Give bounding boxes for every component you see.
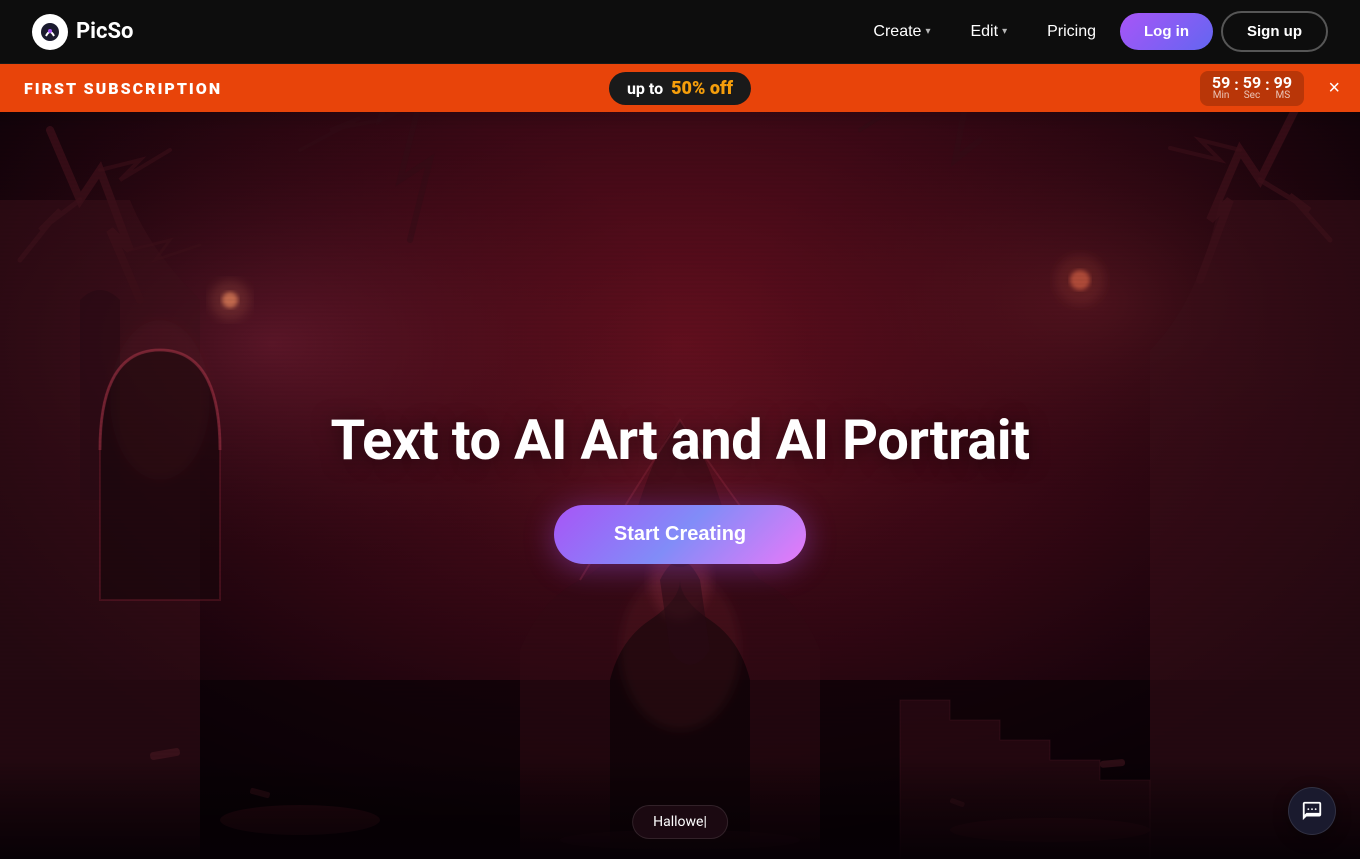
promo-banner: FIRST SUBSCRIPTION up to 50% off 59 Min … xyxy=(0,64,1360,112)
nav-create[interactable]: Create ▾ xyxy=(857,15,946,49)
promo-text: FIRST SUBSCRIPTION xyxy=(24,79,222,98)
promo-badge-highlight: 50% off xyxy=(671,78,733,99)
navbar: PicSo Create ▾ Edit ▾ Pricing Log in Sig… xyxy=(0,0,1360,64)
login-button[interactable]: Log in xyxy=(1120,13,1213,50)
nav-pricing[interactable]: Pricing xyxy=(1031,15,1112,49)
chevron-down-icon: ▾ xyxy=(925,26,930,37)
timer-ms: 99 xyxy=(1274,75,1292,91)
timer-ms-block: 99 MS xyxy=(1274,75,1292,101)
promo-badge-prefix: up to xyxy=(627,79,667,98)
timer-min-label: Min xyxy=(1213,91,1230,101)
timer-sec-block: 59 Sec xyxy=(1243,75,1261,101)
signup-button[interactable]: Sign up xyxy=(1221,11,1328,52)
nav-edit[interactable]: Edit ▾ xyxy=(954,15,1023,49)
hero-section: Text to AI Art and AI Portrait Start Cre… xyxy=(0,0,1360,859)
bottom-scene-label: Hallowe| xyxy=(632,805,728,839)
logo-icon xyxy=(32,14,68,50)
promo-timer: 59 Min : 59 Sec : 99 MS xyxy=(1200,71,1304,106)
timer-ms-label: MS xyxy=(1275,91,1290,101)
timer-sec: 59 xyxy=(1243,75,1261,91)
timer-sec-label: Sec xyxy=(1244,91,1260,101)
nav-right: Create ▾ Edit ▾ Pricing Log in Sign up xyxy=(857,11,1328,52)
timer-sep-2: : xyxy=(1265,75,1270,94)
bottom-label-text: Hallowe| xyxy=(653,814,707,830)
logo-text: PicSo xyxy=(76,19,133,44)
timer-sep-1: : xyxy=(1234,75,1239,94)
chat-icon xyxy=(1301,800,1323,822)
timer-min: 59 xyxy=(1212,75,1230,91)
chevron-down-icon: ▾ xyxy=(1002,26,1007,37)
hero-title: Text to AI Art and AI Portrait xyxy=(330,407,1029,473)
hero-content: Text to AI Art and AI Portrait Start Cre… xyxy=(0,0,1360,859)
start-creating-button[interactable]: Start Creating xyxy=(554,505,806,564)
promo-close-button[interactable]: × xyxy=(1328,78,1340,98)
timer-min-block: 59 Min xyxy=(1212,75,1230,101)
chat-widget-button[interactable] xyxy=(1288,787,1336,835)
promo-badge[interactable]: up to 50% off xyxy=(609,72,751,105)
logo-area: PicSo xyxy=(32,14,133,50)
